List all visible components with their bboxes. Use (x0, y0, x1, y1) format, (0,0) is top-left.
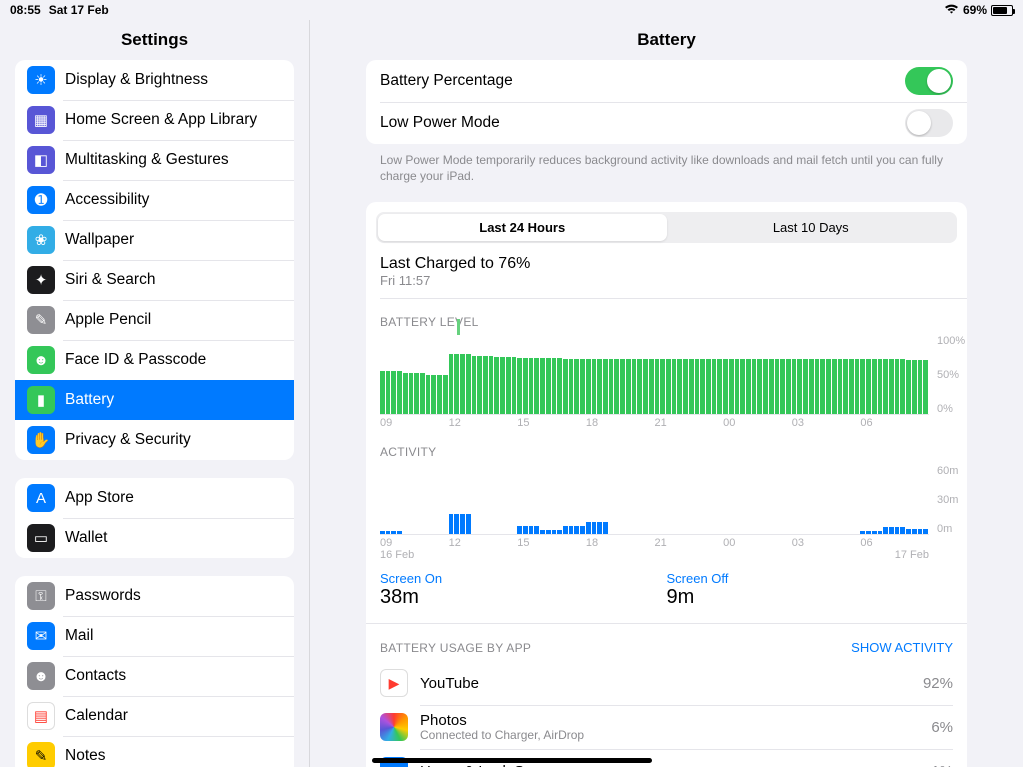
app-name: YouTube (420, 675, 479, 692)
low-power-mode-row[interactable]: Low Power Mode (366, 102, 967, 144)
sidebar-item-siri-search[interactable]: ✦ Siri & Search (15, 260, 294, 300)
sidebar-item-passwords[interactable]: ⚿ Passwords (15, 576, 294, 616)
sidebar-item-label: Calendar (65, 707, 128, 725)
sidebar-item-display-brightness[interactable]: ☀ Display & Brightness (15, 60, 294, 100)
siri-search-icon: ✦ (27, 266, 55, 294)
main-scroll[interactable]: Battery Percentage Low Power Mode Low Po… (310, 60, 1023, 767)
low-power-footnote: Low Power Mode temporarily reduces backg… (366, 144, 967, 184)
app-icon: ▶ (380, 669, 408, 697)
sidebar-item-battery[interactable]: ▮ Battery (15, 380, 294, 420)
screen-off-value: 9m (667, 586, 954, 609)
activity-label: Activity (366, 429, 967, 465)
sidebar-item-label: Notes (65, 747, 106, 765)
sidebar-item-home-screen[interactable]: ▦ Home Screen & App Library (15, 100, 294, 140)
mail-icon: ✉ (27, 622, 55, 650)
sidebar-item-wallet[interactable]: ▭ Wallet (15, 518, 294, 558)
sidebar-title: Settings (0, 20, 309, 60)
app-percentage: 6% (931, 719, 953, 736)
sidebar-item-label: Accessibility (65, 191, 149, 209)
sidebar-item-label: Siri & Search (65, 271, 155, 289)
sidebar-item-label: Home Screen & App Library (65, 111, 257, 129)
battery-pane: Battery Battery Percentage Low Power Mod… (310, 20, 1023, 767)
wallpaper-icon: ❀ (27, 226, 55, 254)
screen-off-stat: Screen Off 9m (667, 571, 954, 609)
calendar-icon: ▤ (27, 702, 55, 730)
sidebar-item-wallpaper[interactable]: ❀ Wallpaper (15, 220, 294, 260)
sidebar-item-privacy[interactable]: ✋ Privacy & Security (15, 420, 294, 460)
sidebar-item-label: Multitasking & Gestures (65, 151, 229, 169)
app-name: Photos (420, 712, 584, 729)
screen-on-value: 38m (380, 586, 667, 609)
sidebar-item-contacts[interactable]: ☻ Contacts (15, 656, 294, 696)
passwords-icon: ⚿ (27, 582, 55, 610)
sidebar-item-label: Contacts (65, 667, 126, 685)
sidebar-item-accessibility[interactable]: ➊ Accessibility (15, 180, 294, 220)
toggles-card: Battery Percentage Low Power Mode (366, 60, 967, 144)
sidebar-item-label: Battery (65, 391, 114, 409)
screen-on-stat: Screen On 38m (380, 571, 667, 609)
activity-chart: 60m30m0m (366, 465, 967, 535)
screen-off-label: Screen Off (667, 571, 954, 586)
app-subtitle: Connected to Charger, AirDrop (420, 728, 584, 742)
low-power-mode-label: Low Power Mode (380, 114, 500, 132)
sidebar-item-apple-pencil[interactable]: ✎ Apple Pencil (15, 300, 294, 340)
show-activity-button[interactable]: SHOW ACTIVITY (851, 640, 953, 655)
last-charged-headline: Last Charged to 76% (380, 255, 953, 273)
seg-last-24h[interactable]: Last 24 Hours (378, 214, 667, 241)
sidebar-scroll[interactable]: ☀ Display & Brightness ▦ Home Screen & App … (0, 60, 309, 767)
app-percentage: 92% (923, 675, 953, 692)
time-range-segmented[interactable]: Last 24 Hours Last 10 Days (376, 212, 957, 243)
low-power-mode-toggle[interactable] (905, 109, 953, 137)
usage-by-app-label: Battery Usage by App (380, 641, 531, 655)
screen-on-label: Screen On (380, 571, 667, 586)
page-title: Battery (310, 20, 1023, 60)
battery-percentage-label: Battery Percentage (380, 72, 513, 90)
sidebar-item-label: Display & Brightness (65, 71, 208, 89)
sidebar-item-label: Privacy & Security (65, 431, 191, 449)
app-usage-row[interactable]: PhotosConnected to Charger, AirDrop 6% (366, 705, 967, 749)
app-name: Home & Lock Screen (420, 763, 562, 767)
sidebar-item-label: Wallpaper (65, 231, 134, 249)
face-id-icon: ☻ (27, 346, 55, 374)
wallet-icon: ▭ (27, 524, 55, 552)
battery-percentage-row[interactable]: Battery Percentage (366, 60, 967, 102)
sidebar-item-label: Face ID & Passcode (65, 351, 206, 369)
sidebar-item-app-store[interactable]: A App Store (15, 478, 294, 518)
home-screen-icon: ▦ (27, 106, 55, 134)
app-percentage: 1% (931, 763, 953, 767)
battery-icon: ▮ (27, 386, 55, 414)
sidebar-item-mail[interactable]: ✉ Mail (15, 616, 294, 656)
home-indicator[interactable] (372, 758, 652, 763)
privacy-icon: ✋ (27, 426, 55, 454)
sidebar-item-label: Wallet (65, 529, 108, 547)
app-store-icon: A (27, 484, 55, 512)
seg-last-10d[interactable]: Last 10 Days (667, 214, 956, 241)
battery-details-card: Last 24 Hours Last 10 Days Last Charged … (366, 202, 967, 767)
sidebar-item-label: Mail (65, 627, 93, 645)
sidebar-item-face-id[interactable]: ☻ Face ID & Passcode (15, 340, 294, 380)
settings-sidebar: Settings ☀ Display & Brightness ▦ Home Scre… (0, 20, 310, 767)
sidebar-item-label: Apple Pencil (65, 311, 151, 329)
display-brightness-icon: ☀ (27, 66, 55, 94)
sidebar-item-notes[interactable]: ✎ Notes (15, 736, 294, 767)
apple-pencil-icon: ✎ (27, 306, 55, 334)
notes-icon: ✎ (27, 742, 55, 767)
sidebar-item-calendar[interactable]: ▤ Calendar (15, 696, 294, 736)
sidebar-item-label: Passwords (65, 587, 141, 605)
sidebar-item-multitasking[interactable]: ◧ Multitasking & Gestures (15, 140, 294, 180)
battery-level-chart: 100%50%0% (366, 335, 967, 415)
app-usage-row[interactable]: ▶ YouTube 92% (366, 661, 967, 705)
battery-percentage-toggle[interactable] (905, 67, 953, 95)
sidebar-item-label: App Store (65, 489, 134, 507)
app-icon (380, 713, 408, 741)
contacts-icon: ☻ (27, 662, 55, 690)
accessibility-icon: ➊ (27, 186, 55, 214)
multitasking-icon: ◧ (27, 146, 55, 174)
last-charged-sub: Fri 11:57 (380, 273, 953, 288)
